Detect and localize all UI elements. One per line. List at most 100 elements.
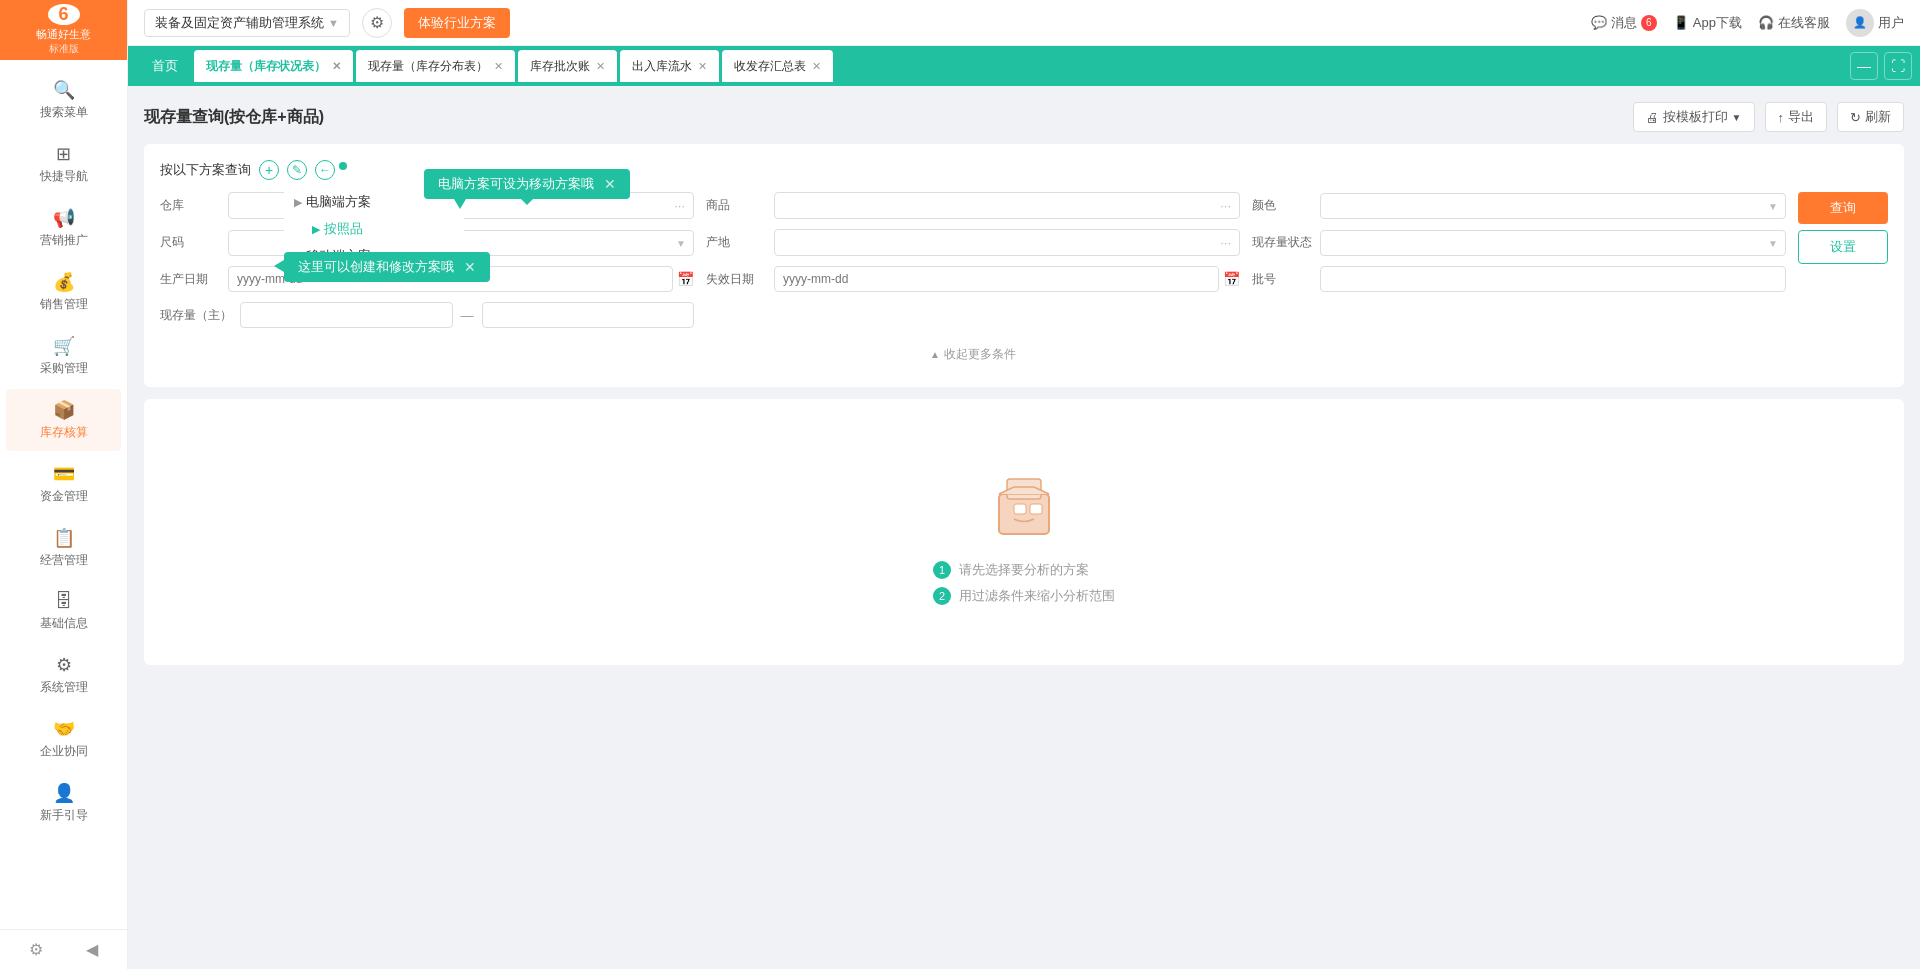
empty-state: 1 请先选择要分析的方案 2 用过滤条件来缩小分析范围 [144, 399, 1904, 665]
print-template-button[interactable]: 🖨 按模板打印 ▼ [1633, 102, 1755, 132]
svg-rect-2 [1014, 504, 1026, 514]
add-scheme-button[interactable]: + [259, 160, 279, 180]
product-dots-icon: ··· [1220, 198, 1231, 213]
sidebar-item-operation[interactable]: 📋 经营管理 [6, 517, 121, 579]
sidebar-nav: 🔍 搜索菜单 ⊞ 快捷导航 📢 营销推广 💰 销售管理 🛒 采购管理 📦 库存核… [0, 60, 127, 929]
system-dropdown[interactable]: 装备及固定资产辅助管理系统 ▼ [144, 9, 350, 37]
sidebar-item-newbie[interactable]: 👤 新手引导 [6, 772, 121, 834]
sidebar-collapse-icon[interactable]: ◀ [86, 940, 98, 959]
tab-bar: 首页 现存量（库存状况表） ✕ 现存量（库存分布表） ✕ 库存批次账 ✕ 出入库… [128, 46, 1920, 86]
message-icon: 💬 [1591, 15, 1607, 30]
empty-icon-svg [979, 459, 1069, 549]
sidebar-item-enterprise[interactable]: 🤝 企业协同 [6, 708, 121, 770]
tab-label: 现存量（库存状况表） [206, 58, 326, 75]
logo-icon: 6 [48, 4, 80, 25]
scheme-tooltip-close[interactable]: ✕ [604, 176, 616, 192]
marketing-nav-icon: 📢 [53, 207, 75, 229]
reset-button[interactable]: 设置 [1798, 230, 1888, 264]
scheme-by-product[interactable]: ▶ 按照品 [304, 216, 464, 242]
tab-close-icon[interactable]: ✕ [698, 60, 707, 73]
sidebar-item-purchase[interactable]: 🛒 采购管理 [6, 325, 121, 387]
sidebar-logo: 6 畅通好生意 标准版 [0, 0, 127, 60]
settings-gear-icon: ⚙ [370, 13, 384, 32]
calendar-icon-expiry: 📅 [1223, 271, 1240, 287]
main-area: 装备及固定资产辅助管理系统 ▼ ⚙ 体验行业方案 💬 消息 6 📱 App下载 … [128, 0, 1920, 969]
edit-scheme-button[interactable]: ✎ [287, 160, 307, 180]
online-support-button[interactable]: 🎧 在线客服 [1758, 14, 1830, 32]
sidebar-item-sales[interactable]: 💰 销售管理 [6, 261, 121, 323]
filter-stock-qty: 现存量（主） — [160, 302, 694, 328]
sidebar-item-finance[interactable]: 💳 资金管理 [6, 453, 121, 515]
empty-steps: 1 请先选择要分析的方案 2 用过滤条件来缩小分析范围 [933, 561, 1115, 605]
origin-dots-icon: ··· [1220, 235, 1231, 250]
tab-close-icon[interactable]: ✕ [812, 60, 821, 73]
sidebar-item-label: 快捷导航 [40, 168, 88, 185]
sidebar-item-guide[interactable]: ⊞ 快捷导航 [6, 133, 121, 195]
empty-illustration [979, 459, 1069, 549]
sidebar-item-marketing[interactable]: 📢 营销推广 [6, 197, 121, 259]
tab-right-buttons: — ⛶ [1850, 52, 1912, 80]
stock-status-select-wrap[interactable]: ▼ [1320, 230, 1786, 256]
refresh-button[interactable]: ↻ 刷新 [1837, 102, 1904, 132]
tab-summary[interactable]: 收发存汇总表 ✕ [722, 50, 833, 82]
product-input[interactable]: ··· [774, 192, 1240, 219]
stock-qty-from[interactable] [240, 302, 453, 328]
sidebar-item-label: 资金管理 [40, 488, 88, 505]
tab-inventory-distribution[interactable]: 现存量（库存分布表） ✕ [356, 50, 515, 82]
filter-expiry-date: 失效日期 📅 [706, 266, 1240, 292]
stock-status-select[interactable] [1320, 230, 1786, 256]
origin-input[interactable]: ··· [774, 229, 1240, 256]
sub-arrow-icon: ▶ [312, 223, 320, 236]
settings-button[interactable]: ⚙ [362, 8, 392, 38]
tab-close-icon[interactable]: ✕ [494, 60, 503, 73]
stock-qty-to[interactable] [482, 302, 695, 328]
empty-step-1: 1 请先选择要分析的方案 [933, 561, 1115, 579]
back-scheme-button[interactable]: ← [315, 160, 335, 180]
tab-inventory-status[interactable]: 现存量（库存状况表） ✕ [194, 50, 353, 82]
page-title-bar: 现存量查询(按仓库+商品) 🖨 按模板打印 ▼ ↑ 导出 ↻ 刷新 [144, 102, 1904, 132]
warehouse-dots-icon: ··· [674, 198, 685, 213]
experience-button[interactable]: 体验行业方案 [404, 8, 510, 38]
step-2-number: 2 [933, 587, 951, 605]
expiry-date-from[interactable] [774, 266, 1219, 292]
collapse-button[interactable]: ▲ 收起更多条件 [160, 338, 1786, 371]
tab-in-out-flow[interactable]: 出入库流水 ✕ [620, 50, 719, 82]
search-button[interactable]: 查询 [1798, 192, 1888, 224]
sidebar-item-system[interactable]: ⚙ 系统管理 [6, 644, 121, 706]
batch-no-input[interactable] [1320, 266, 1786, 292]
tab-close-icon[interactable]: ✕ [596, 60, 605, 73]
filter-stock-status: 现存量状态 ▼ [1252, 229, 1786, 256]
app-download-button[interactable]: 📱 App下载 [1673, 14, 1742, 32]
print-icon: 🖨 [1646, 110, 1659, 125]
svg-rect-3 [1030, 504, 1042, 514]
tab-home[interactable]: 首页 [136, 46, 194, 86]
messages-button[interactable]: 💬 消息 6 [1591, 14, 1657, 32]
sidebar-item-label: 营销推广 [40, 232, 88, 249]
filter-label: 按以下方案查询 [160, 161, 251, 179]
edit-tooltip-close[interactable]: ✕ [464, 259, 476, 275]
sidebar-item-search[interactable]: 🔍 搜索菜单 [6, 69, 121, 131]
batch-no-label: 批号 [1252, 271, 1312, 288]
color-select[interactable] [1320, 193, 1786, 219]
operation-nav-icon: 📋 [53, 527, 75, 549]
message-badge: 6 [1641, 15, 1657, 31]
sidebar-item-label: 基础信息 [40, 615, 88, 632]
sidebar-item-basic[interactable]: 🗄 基础信息 [6, 581, 121, 642]
color-select-wrap[interactable]: ▼ [1320, 193, 1786, 219]
tab-close-icon[interactable]: ✕ [332, 60, 341, 73]
avatar: 👤 [1846, 9, 1874, 37]
calendar-icon-prod: 📅 [677, 271, 694, 287]
color-label: 颜色 [1252, 197, 1312, 214]
export-button[interactable]: ↑ 导出 [1765, 102, 1828, 132]
tab-inventory-batch[interactable]: 库存批次账 ✕ [518, 50, 617, 82]
basic-nav-icon: 🗄 [55, 591, 73, 612]
sidebar-item-inventory[interactable]: 📦 库存核算 [6, 389, 121, 451]
sidebar-settings-icon[interactable]: ⚙ [29, 940, 43, 959]
user-menu-button[interactable]: 👤 用户 [1846, 9, 1904, 37]
dropdown-arrow-icon: ▼ [328, 17, 339, 29]
system-nav-icon: ⚙ [56, 654, 72, 676]
stock-qty-range: — [240, 302, 694, 328]
online-support-label: 在线客服 [1778, 14, 1830, 32]
tab-maximize-button[interactable]: ⛶ [1884, 52, 1912, 80]
tab-minimize-button[interactable]: — [1850, 52, 1878, 80]
